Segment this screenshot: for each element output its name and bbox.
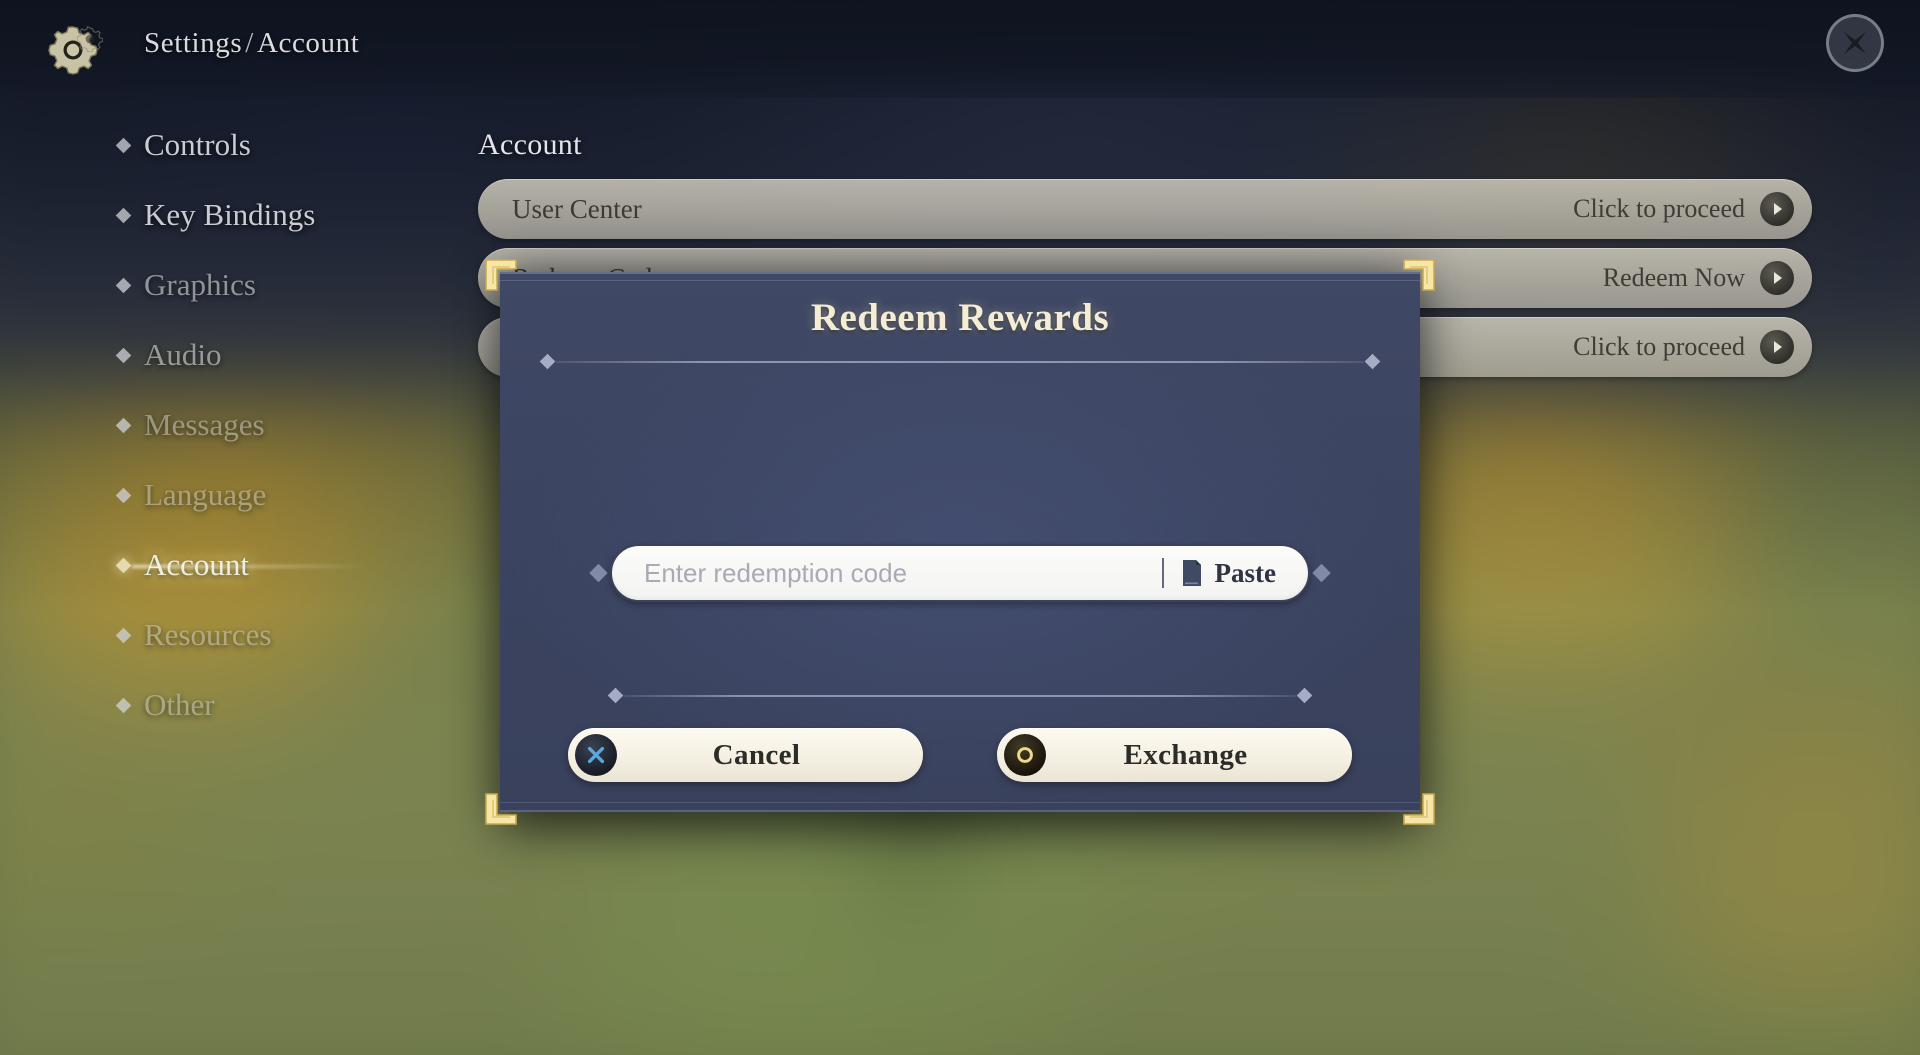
sidebar-item-label: Graphics (144, 267, 256, 302)
sidebar-item-graphics[interactable]: Graphics (0, 250, 420, 320)
divider-diamond-icon (1364, 353, 1381, 370)
row-action-label: Click to proceed (1573, 332, 1745, 361)
sidebar-item-label: Other (144, 687, 215, 722)
setting-row-user-center[interactable]: User Center Click to proceed (478, 179, 1812, 239)
chevron-right-icon[interactable] (1760, 192, 1794, 226)
divider-top (539, 353, 1381, 370)
redemption-code-input[interactable] (644, 546, 1162, 600)
corner-ornament-icon (484, 792, 518, 826)
exchange-label: Exchange (1123, 738, 1248, 771)
sidebar-item-key-bindings[interactable]: Key Bindings (0, 180, 420, 250)
row-label: User Center (512, 193, 642, 224)
divider-diamond-icon (607, 687, 624, 704)
dialog-footer: Cancel Exchange (500, 687, 1420, 782)
paste-button[interactable]: Paste (1180, 558, 1302, 589)
bullet-diamond-icon (115, 347, 132, 363)
field-diamond-icon (589, 563, 608, 583)
bullet-diamond-icon (115, 487, 132, 503)
sidebar-item-label: Language (144, 477, 267, 512)
sidebar-item-controls[interactable]: Controls (0, 110, 420, 180)
corner-ornament-icon (1402, 792, 1436, 826)
sidebar-item-other[interactable]: Other (0, 670, 420, 740)
redeem-rewards-dialog: Redeem Rewards Paste (485, 259, 1435, 825)
sidebar-item-messages[interactable]: Messages (0, 390, 420, 460)
field-diamond-icon (1312, 563, 1331, 583)
breadcrumb-current: Account (256, 27, 360, 59)
bullet-diamond-icon (115, 277, 132, 293)
exchange-button[interactable]: Exchange (997, 728, 1352, 782)
bullet-diamond-icon (115, 207, 132, 223)
sidebar-item-language[interactable]: Language (0, 460, 420, 530)
bullet-diamond-icon (115, 417, 132, 433)
paste-separator (1161, 558, 1164, 588)
corner-ornament-icon (1402, 258, 1436, 292)
cancel-button[interactable]: Cancel (568, 728, 923, 782)
row-action-label: Click to proceed (1573, 194, 1745, 223)
sidebar-item-label: Resources (144, 617, 272, 652)
row-action-label: Redeem Now (1602, 263, 1745, 292)
bullet-diamond-icon (115, 697, 132, 713)
redemption-code-field-wrap: Paste (589, 544, 1331, 602)
divider-diamond-icon (539, 353, 556, 370)
top-bar: Settings / Account (0, 0, 1920, 98)
cancel-label: Cancel (712, 738, 801, 771)
settings-sidebar: Controls Key Bindings Graphics Audio Mes… (0, 110, 420, 740)
page-title: Account (478, 128, 582, 161)
bullet-diamond-icon (115, 557, 132, 573)
corner-ornament-icon (484, 258, 518, 292)
circle-icon (1004, 734, 1046, 776)
sidebar-item-account[interactable]: Account (0, 530, 420, 600)
sidebar-item-label: Account (144, 547, 250, 582)
divider-diamond-icon (1296, 687, 1313, 704)
breadcrumb-separator: / (245, 27, 254, 59)
divider-bottom (607, 687, 1313, 704)
bullet-diamond-icon (115, 137, 132, 153)
close-button[interactable] (1826, 14, 1884, 72)
sidebar-item-label: Controls (144, 127, 251, 162)
chevron-right-icon[interactable] (1760, 261, 1794, 295)
x-icon (575, 734, 617, 776)
close-icon (1844, 32, 1866, 54)
breadcrumb: Settings / Account (144, 27, 359, 60)
sidebar-item-audio[interactable]: Audio (0, 320, 420, 390)
sidebar-item-label: Key Bindings (144, 197, 316, 232)
game-settings-screen: Settings / Account Controls Key Bindings G… (0, 0, 1920, 1055)
sidebar-item-resources[interactable]: Resources (0, 600, 420, 670)
gear-icon (47, 24, 104, 76)
paste-label: Paste (1214, 557, 1276, 588)
chevron-right-icon[interactable] (1760, 330, 1794, 364)
breadcrumb-root[interactable]: Settings (144, 27, 242, 59)
sidebar-item-label: Audio (144, 337, 222, 372)
sidebar-item-label: Messages (144, 407, 265, 442)
clipboard-icon (1182, 560, 1201, 586)
dialog-title: Redeem Rewards (810, 296, 1110, 339)
bullet-diamond-icon (115, 627, 132, 643)
